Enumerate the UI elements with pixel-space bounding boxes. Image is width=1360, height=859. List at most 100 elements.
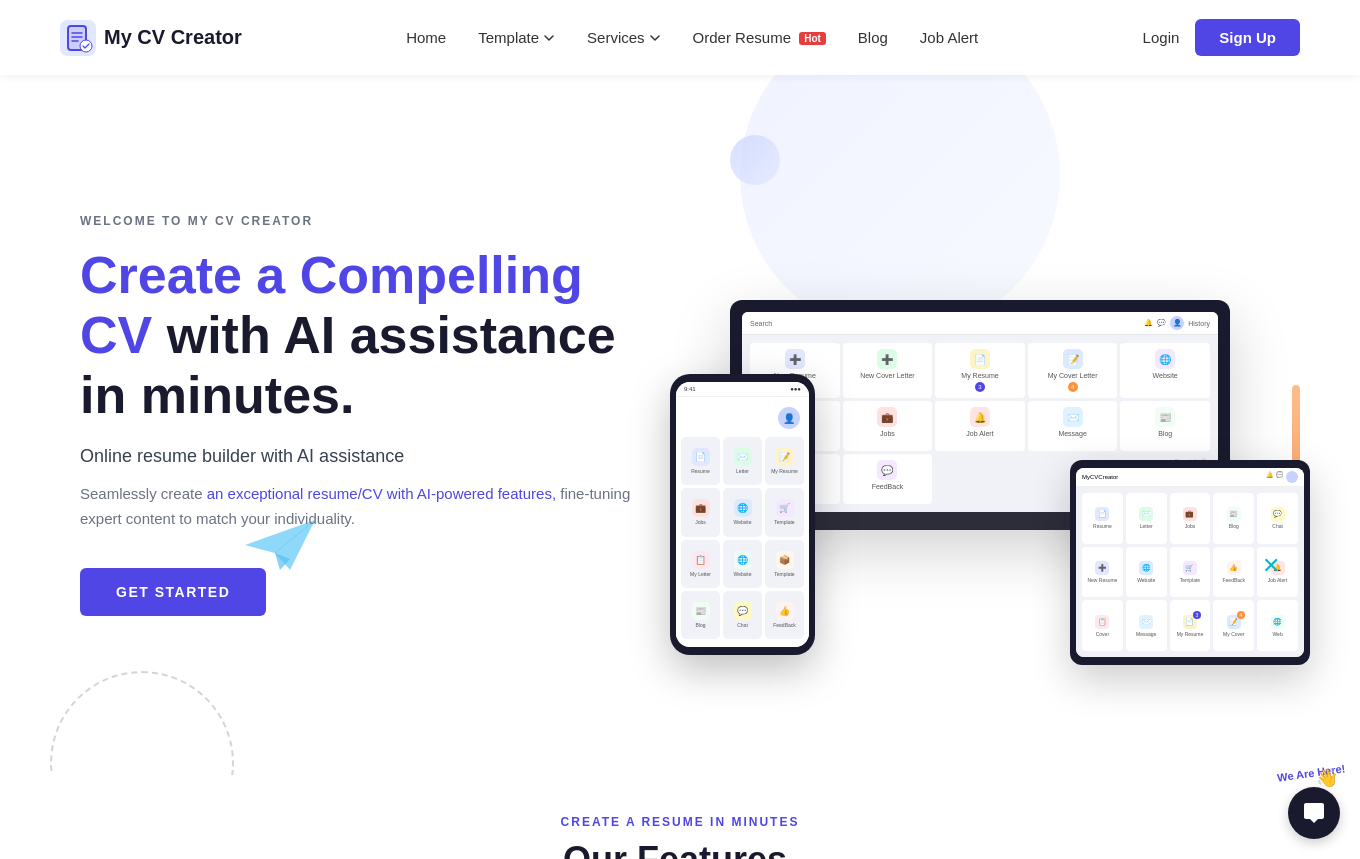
features-title: Our Features.	[80, 839, 1280, 859]
tablet-app-resume[interactable]: 📄Resume	[1082, 493, 1123, 544]
laptop-search-label: Search	[750, 320, 772, 327]
tablet-app-chat[interactable]: 💬Chat	[1257, 493, 1298, 544]
phone-icon-template2: 📦	[776, 551, 794, 569]
phone-icon-myletter: 📋	[692, 551, 710, 569]
phone-app-blog[interactable]: 📰 Blog	[681, 591, 720, 639]
nav-item-services[interactable]: Services	[587, 29, 661, 46]
tablet-app-mycover[interactable]: 📝 4 My Cover	[1213, 600, 1254, 651]
logo[interactable]: My CV Creator	[60, 20, 242, 56]
hot-badge: Hot	[799, 32, 826, 45]
nav-link-blog[interactable]: Blog	[858, 29, 888, 46]
laptop-app-blog[interactable]: 📰 Blog	[1120, 401, 1210, 451]
nav-item-template[interactable]: Template	[478, 29, 555, 46]
login-button[interactable]: Login	[1143, 29, 1180, 46]
tablet-app-feedback[interactable]: 👍FeedBack	[1213, 547, 1254, 598]
phone-icon-website2: 🌐	[734, 551, 752, 569]
tablet-avatar	[1286, 471, 1298, 483]
tablet-app-blog[interactable]: 📰Blog	[1213, 493, 1254, 544]
nav-link-services[interactable]: Services	[587, 29, 661, 46]
tablet-app-extra[interactable]: 🌐Web	[1257, 600, 1298, 651]
signup-button[interactable]: Sign Up	[1195, 19, 1300, 56]
laptop-app-job-alert[interactable]: 🔔 Job Alert	[935, 401, 1025, 451]
tablet-app-website[interactable]: 🌐Website	[1126, 547, 1167, 598]
deco-bar	[1292, 385, 1300, 465]
phone-icon-template: 🛒	[776, 499, 794, 517]
tablet-brand: MyCVCreator	[1082, 474, 1118, 480]
navbar: My CV Creator Home Template Services Ord…	[0, 0, 1360, 75]
hero-content-left: WELCOME TO MY CV CREATOR Create a Compel…	[80, 214, 640, 615]
nav-item-home[interactable]: Home	[406, 29, 446, 47]
get-started-button[interactable]: GET STARTED	[80, 568, 266, 616]
laptop-app-my-cover[interactable]: 📝 My Cover Letter 4	[1028, 343, 1118, 398]
features-label: CREATE A RESUME IN MINUTES	[80, 815, 1280, 829]
phone-icon-chat: 💬	[734, 602, 752, 620]
laptop-icon-website: 🌐	[1155, 349, 1175, 369]
features-section: CREATE A RESUME IN MINUTES Our Features.	[0, 775, 1360, 859]
laptop-app-message[interactable]: ✉️ Message	[1028, 401, 1118, 451]
tablet-header-icons: 🔔 💬	[1266, 471, 1298, 483]
phone-icon-letter: ✉️	[734, 448, 752, 466]
nav-item-blog[interactable]: Blog	[858, 29, 888, 47]
phone-app-chat[interactable]: 💬 Chat	[723, 591, 762, 639]
phone-app-website[interactable]: 🌐 Website	[723, 488, 762, 536]
close-button[interactable]: ✕	[1262, 553, 1280, 579]
tablet-app-cover[interactable]: 📋Cover	[1082, 600, 1123, 651]
tablet-icon-website: 🌐	[1139, 561, 1153, 575]
tablet-icon-resume: 📄	[1095, 507, 1109, 521]
chat-bubble-button[interactable]	[1288, 787, 1340, 839]
phone-app-resume[interactable]: 📄 Resume	[681, 437, 720, 485]
phone-app-website2[interactable]: 🌐 Website	[723, 540, 762, 588]
nav-link-home[interactable]: Home	[406, 29, 446, 46]
phone-icon-myresume: 📝	[776, 448, 794, 466]
tablet-app-new-resume[interactable]: ➕New Resume	[1082, 547, 1123, 598]
laptop-icon-job-alert: 🔔	[970, 407, 990, 427]
nav-item-order-resume[interactable]: Order Resume Hot	[693, 29, 826, 47]
laptop-icon-my-cover: 📝	[1063, 349, 1083, 369]
phone-screen-inner: 👤 📄 Resume ✉️ Letter 📝 My Resume	[676, 397, 809, 647]
laptop-app-jobs[interactable]: 💼 Jobs	[843, 401, 933, 451]
hero-subtitle: Online resume builder with AI assistance	[80, 446, 640, 467]
tablet-icon-chat: 💬	[1271, 507, 1285, 521]
laptop-icon-blog: 📰	[1155, 407, 1175, 427]
phone-app-jobs[interactable]: 💼 Jobs	[681, 488, 720, 536]
hero-eyebrow: WELCOME TO MY CV CREATOR	[80, 214, 640, 228]
tablet-icon-jobs: 💼	[1183, 507, 1197, 521]
tablet-icon-blog: 📰	[1227, 507, 1241, 521]
tablet-icon-template: 🛒	[1183, 561, 1197, 575]
hero-section: WELCOME TO MY CV CREATOR Create a Compel…	[0, 75, 1360, 775]
nav-link-job-alert[interactable]: Job Alert	[920, 29, 978, 46]
nav-link-order-resume[interactable]: Order Resume Hot	[693, 29, 826, 46]
svg-point-6	[80, 40, 92, 52]
phone-app-myletter[interactable]: 📋 My Letter	[681, 540, 720, 588]
tablet-icon-feedback: 👍	[1227, 561, 1241, 575]
phone-app-myresume[interactable]: 📝 My Resume	[765, 437, 804, 485]
phone-avatar: 👤	[778, 407, 800, 429]
laptop-screen-header: Search 🔔 💬 👤 History	[742, 312, 1218, 335]
hero-desc-link[interactable]: an exceptional resume/CV with AI-powered…	[207, 485, 556, 502]
phone-app-letter[interactable]: ✉️ Letter	[723, 437, 762, 485]
phone-icon-feedback: 👍	[776, 602, 794, 620]
tablet-app-message[interactable]: ✉️Message	[1126, 600, 1167, 651]
tablet-app-letter[interactable]: ✉️Letter	[1126, 493, 1167, 544]
laptop-app-my-resume[interactable]: 📄 My Resume 3	[935, 343, 1025, 398]
phone-app-template[interactable]: 🛒 Template	[765, 488, 804, 536]
tablet-app-template[interactable]: 🛒Template	[1170, 547, 1211, 598]
phone-app-template2[interactable]: 📦 Template	[765, 540, 804, 588]
laptop-app-website[interactable]: 🌐 Website	[1120, 343, 1210, 398]
phone-app-feedback[interactable]: 👍 FeedBack	[765, 591, 804, 639]
tablet-icon-cover: 📋	[1095, 615, 1109, 629]
laptop-app-new-cover[interactable]: ➕ New Cover Letter	[843, 343, 933, 398]
laptop-icon-jobs: 💼	[877, 407, 897, 427]
nav-link-template[interactable]: Template	[478, 29, 555, 46]
nav-actions: Login Sign Up	[1143, 19, 1300, 56]
tablet-icon-extra: 🌐	[1271, 615, 1285, 629]
phone-status: ●●●	[790, 386, 801, 392]
laptop-app-chat[interactable]: 💬 FeedBack	[843, 454, 933, 504]
phone-icon-blog: 📰	[692, 602, 710, 620]
chat-widget-inner: We Are Here! 👋	[1288, 787, 1340, 839]
tablet-app-jobs[interactable]: 💼Jobs	[1170, 493, 1211, 544]
nav-item-job-alert[interactable]: Job Alert	[920, 29, 978, 47]
hero-desc: Seamlessly create an exceptional resume/…	[80, 481, 640, 532]
tablet-app-myresume[interactable]: 📄 3 My Resume	[1170, 600, 1211, 651]
laptop-icon-my-resume: 📄	[970, 349, 990, 369]
